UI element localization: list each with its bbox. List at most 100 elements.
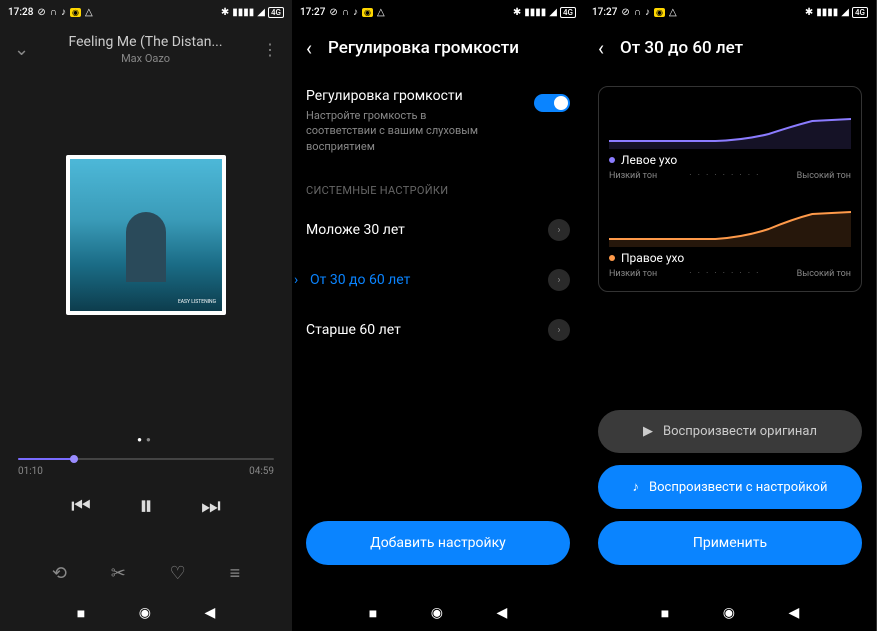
bluetooth-icon: ✱ (513, 7, 521, 18)
tiktok-icon: ♪ (645, 7, 650, 18)
section-label: СИСТЕМНЫЕ НАСТРОЙКИ (292, 164, 584, 205)
apply-button[interactable]: Применить (598, 521, 862, 565)
song-artist: Max Oazo (29, 52, 262, 65)
pause-button[interactable]: ⏸ (139, 489, 153, 523)
dnd-icon: ⊘ (37, 7, 45, 18)
playlist-button[interactable]: ≡ (230, 563, 241, 584)
time-total: 04:59 (249, 466, 274, 477)
bluetooth-icon: ✱ (221, 7, 229, 18)
status-time: 17:28 (8, 7, 33, 18)
app-badge-icon: ◉ (362, 8, 373, 17)
dnd-icon: ⊘ (329, 7, 337, 18)
nav-bar: ■ ◉ ◀ (584, 595, 876, 631)
pager-dots[interactable]: ●● (0, 435, 292, 444)
signal-icon: ▮▮▮▮ (524, 7, 546, 18)
app-badge-icon: ◉ (654, 8, 665, 17)
next-button[interactable]: ⏭ (201, 494, 221, 519)
nav-bar: ■ ◉ ◀ (0, 595, 292, 631)
prev-button[interactable]: ⏮ (71, 494, 91, 519)
app-badge-icon: ◉ (70, 8, 81, 17)
legend-dot-left (609, 157, 615, 163)
play-icon: ▶ (643, 424, 653, 439)
chevron-right-icon: › (548, 319, 570, 341)
legend-dot-right (609, 255, 615, 261)
axis-high-label: Высокий тон (797, 171, 851, 181)
left-ear-label: Левое ухо (621, 153, 677, 167)
settings-header: ‹ От 30 до 60 лет (584, 24, 876, 72)
nav-home[interactable]: ◉ (139, 605, 151, 621)
favorite-button[interactable]: ♡ (170, 563, 186, 584)
toggle-desc: Настройте громкость в соответствии с ваш… (306, 108, 534, 154)
chevron-right-icon: › (548, 269, 570, 291)
hearing-chart: Левое ухо Низкий тон ········· Высокий т… (598, 86, 862, 292)
left-ear-chart: Левое ухо Низкий тон ········· Высокий т… (609, 99, 851, 181)
age-option-30to60[interactable]: От 30 до 60 лет › (292, 255, 584, 305)
nav-recent[interactable]: ■ (661, 605, 669, 622)
volume-toggle-row: Регулировка громкости Настройте громкост… (292, 72, 584, 164)
nav-home[interactable]: ◉ (723, 605, 735, 621)
back-button[interactable]: ‹ (306, 36, 312, 60)
more-button[interactable]: ⋮ (262, 40, 278, 59)
right-ear-label: Правое ухо (621, 251, 684, 265)
music-player-screen: 17:28 ⊘ ∩ ♪ ◉ △ ✱ ▮▮▮▮ ◢ 4G ⌄ Feeling Me… (0, 0, 292, 631)
axis-high-label: Высокий тон (797, 269, 851, 279)
volume-settings-screen: 17:27 ⊘ ∩ ♪ ◉ △ ✱ ▮▮▮▮ ◢ 4G ‹ Регулировк… (292, 0, 584, 631)
bluetooth-icon: ✱ (805, 7, 813, 18)
status-bar: 17:27 ⊘ ∩ ♪ ◉ △ ✱ ▮▮▮▮ ◢ 4G (292, 0, 584, 24)
back-button[interactable]: ‹ (598, 36, 604, 60)
wifi-icon: ◢ (841, 7, 849, 18)
volume-toggle[interactable] (534, 94, 570, 112)
tiktok-icon: ♪ (61, 7, 66, 18)
axis-low-label: Низкий тон (609, 269, 657, 279)
status-bar: 17:27 ⊘ ∩ ♪ ◉ △ ✱ ▮▮▮▮ ◢ 4G (584, 0, 876, 24)
time-elapsed: 01:10 (18, 466, 43, 477)
chevron-right-icon: › (548, 219, 570, 241)
player-header: ⌄ Feeling Me (The Distan... Max Oazo ⋮ (0, 24, 292, 75)
nav-recent[interactable]: ■ (369, 605, 377, 622)
nav-back[interactable]: ◀ (788, 605, 799, 621)
cut-button[interactable]: ✂ (111, 563, 126, 584)
nav-back[interactable]: ◀ (204, 605, 215, 621)
equalizer-icon: ♪ (633, 479, 640, 495)
network-badge: 4G (560, 7, 576, 18)
axis-low-label: Низкий тон (609, 171, 657, 181)
page-title: Регулировка громкости (328, 38, 519, 58)
nav-home[interactable]: ◉ (431, 605, 443, 621)
wifi-icon: ◢ (257, 7, 265, 18)
repeat-button[interactable]: ⟲ (52, 563, 67, 584)
triangle-icon: △ (85, 7, 93, 18)
progress-slider[interactable] (18, 458, 274, 460)
status-bar: 17:28 ⊘ ∩ ♪ ◉ △ ✱ ▮▮▮▮ ◢ 4G (0, 0, 292, 24)
axis-ticks: ········· (689, 171, 764, 181)
collapse-button[interactable]: ⌄ (14, 39, 29, 60)
right-ear-chart: Правое ухо Низкий тон ········· Высокий … (609, 197, 851, 279)
headphones-icon: ∩ (634, 7, 641, 18)
network-badge: 4G (268, 7, 284, 18)
album-brand: EASY LISTENING (178, 299, 216, 305)
axis-ticks: ········· (689, 269, 764, 279)
play-custom-button[interactable]: ♪ Воспроизвести с настройкой (598, 465, 862, 509)
nav-back[interactable]: ◀ (496, 605, 507, 621)
age-option-over60[interactable]: Старше 60 лет › (292, 305, 584, 355)
track-info: Feeling Me (The Distan... Max Oazo (29, 34, 262, 65)
song-title: Feeling Me (The Distan... (29, 34, 262, 50)
hearing-profile-screen: 17:27 ⊘ ∩ ♪ ◉ △ ✱ ▮▮▮▮ ◢ 4G ‹ От 30 до 6… (584, 0, 876, 631)
album-art[interactable]: MAX OAZO FEELING ME THE DISTANCE & IGI R… (66, 155, 226, 315)
status-time: 17:27 (300, 7, 325, 18)
play-original-button[interactable]: ▶ Воспроизвести оригинал (598, 410, 862, 453)
signal-icon: ▮▮▮▮ (232, 7, 254, 18)
tiktok-icon: ♪ (353, 7, 358, 18)
nav-recent[interactable]: ■ (77, 605, 85, 622)
nav-bar: ■ ◉ ◀ (292, 595, 584, 631)
headphones-icon: ∩ (50, 7, 57, 18)
triangle-icon: △ (669, 7, 677, 18)
signal-icon: ▮▮▮▮ (816, 7, 838, 18)
wifi-icon: ◢ (549, 7, 557, 18)
add-setting-button[interactable]: Добавить настройку (306, 521, 570, 565)
triangle-icon: △ (377, 7, 385, 18)
headphones-icon: ∩ (342, 7, 349, 18)
network-badge: 4G (852, 7, 868, 18)
dnd-icon: ⊘ (621, 7, 629, 18)
settings-header: ‹ Регулировка громкости (292, 24, 584, 72)
age-option-under30[interactable]: Моложе 30 лет › (292, 205, 584, 255)
